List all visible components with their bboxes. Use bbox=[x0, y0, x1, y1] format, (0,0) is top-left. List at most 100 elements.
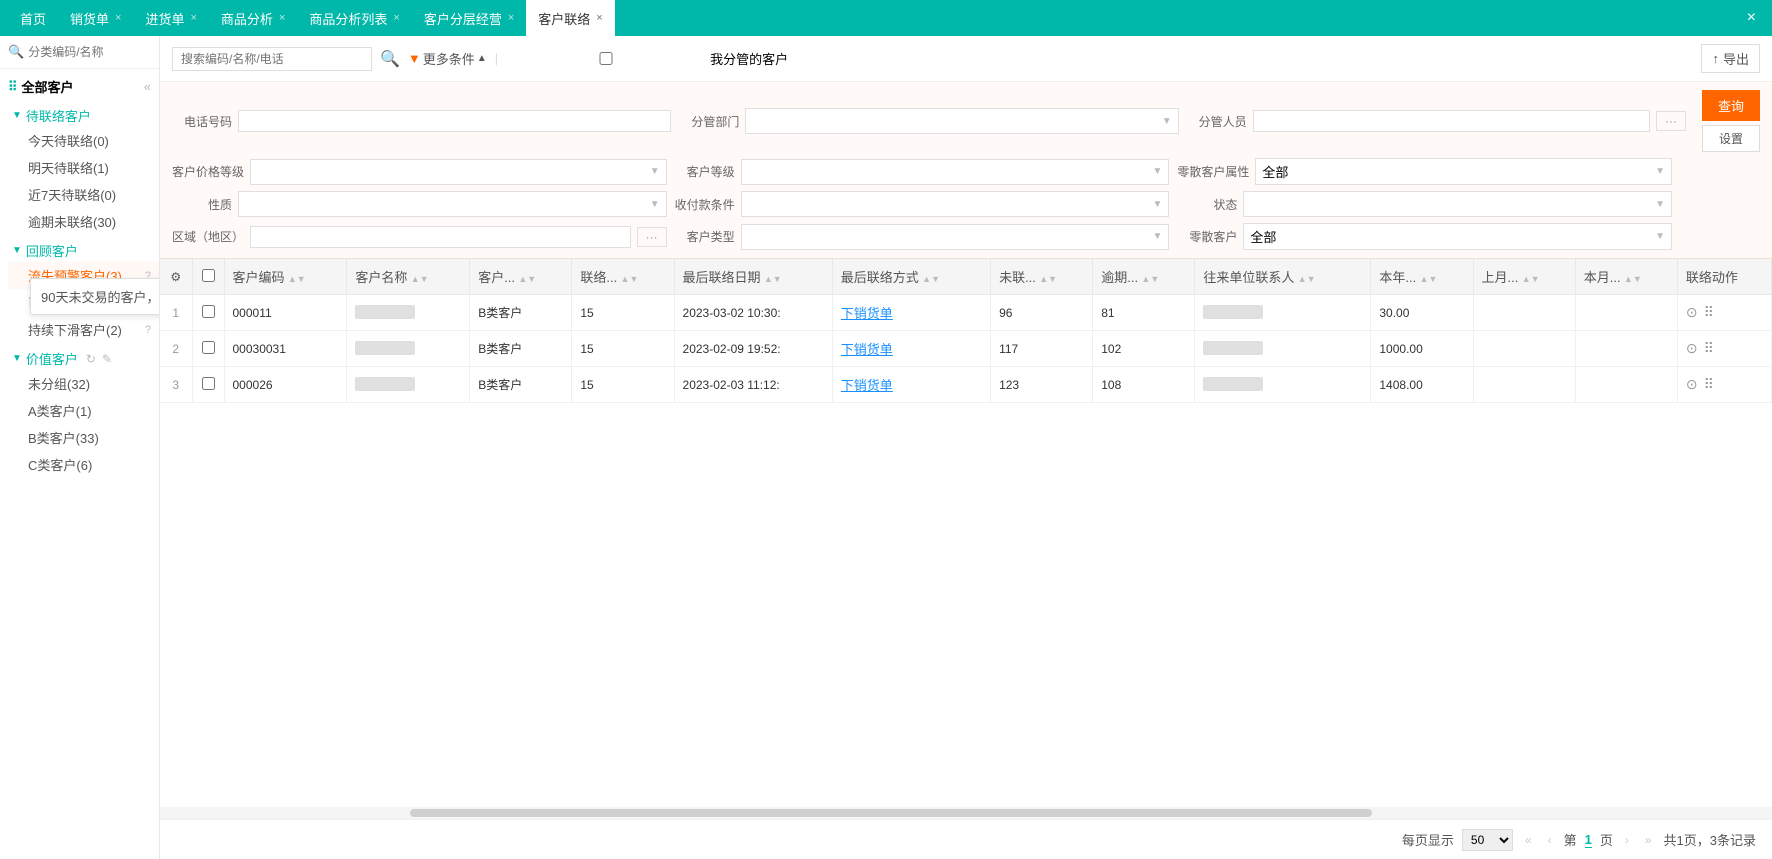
row-checkbox[interactable] bbox=[202, 305, 215, 318]
close-product-analysis-list-tab[interactable]: × bbox=[393, 12, 399, 24]
col-name[interactable]: 客户名称 ▲▼ bbox=[347, 259, 470, 295]
sidebar-item-declining[interactable]: 持续下滑客户(2) ? bbox=[8, 316, 159, 343]
sidebar-item-classA[interactable]: A类客户(1) bbox=[8, 397, 159, 424]
close-customer-contact-tab[interactable]: × bbox=[596, 12, 602, 24]
sidebar-section-pending[interactable]: ▼ 待联络客户 bbox=[0, 100, 159, 127]
col-uncontacted[interactable]: 未联... ▲▼ bbox=[991, 259, 1093, 295]
triangle-down-icon2: ▼ bbox=[12, 245, 22, 256]
nav-product-analysis[interactable]: 商品分析 × bbox=[209, 0, 297, 36]
close-window-btn[interactable]: × bbox=[1739, 9, 1764, 27]
retail-select[interactable]: 全部 ▼ bbox=[1243, 223, 1672, 250]
query-button[interactable]: 查询 bbox=[1702, 90, 1760, 121]
phone-input[interactable] bbox=[238, 110, 671, 132]
horizontal-scrollbar[interactable] bbox=[160, 807, 1772, 819]
price-level-label: 客户价格等级 bbox=[172, 163, 244, 180]
row-action: ⊙ ⠿ bbox=[1677, 331, 1771, 367]
first-page-btn[interactable]: « bbox=[1521, 831, 1536, 849]
close-purchase-tab[interactable]: × bbox=[190, 12, 196, 24]
sidebar-item-classB[interactable]: B类客户(33) bbox=[8, 424, 159, 451]
sidebar-item-classC[interactable]: C类客户(6) bbox=[8, 451, 159, 478]
manager-dots-btn[interactable]: ··· bbox=[1656, 111, 1686, 131]
col-settings[interactable]: ⚙ bbox=[160, 259, 192, 295]
col-this-year[interactable]: 本年... ▲▼ bbox=[1371, 259, 1473, 295]
action-link-icon[interactable]: ⊙ bbox=[1686, 340, 1698, 357]
table-body: 1 000011 B类客户 15 2023-03-02 10:30: 下销货单 … bbox=[160, 295, 1772, 403]
col-last-month[interactable]: 上月... ▲▼ bbox=[1473, 259, 1575, 295]
col-this-month[interactable]: 本月... ▲▼ bbox=[1575, 259, 1677, 295]
manager-input[interactable] bbox=[1253, 110, 1650, 132]
region-input[interactable] bbox=[250, 226, 631, 248]
cust-level-select[interactable]: ▼ bbox=[741, 159, 1170, 185]
next-page-btn[interactable]: › bbox=[1621, 831, 1633, 849]
sort-icon-lastmethod: ▲▼ bbox=[922, 274, 940, 284]
sidebar-item-today[interactable]: 今天待联络(0) bbox=[8, 127, 159, 154]
row-uncontacted: 117 bbox=[991, 331, 1093, 367]
page-size-label: 每页显示 bbox=[1402, 830, 1454, 849]
retail-attr-select[interactable]: 全部 ▼ bbox=[1255, 158, 1672, 185]
nav-customer-contact[interactable]: 客户联络 × bbox=[526, 0, 614, 36]
action-menu-icon[interactable]: ⠿ bbox=[1704, 340, 1714, 357]
nature-select[interactable]: ▼ bbox=[238, 191, 667, 217]
nav-purchase[interactable]: 进货单 × bbox=[133, 0, 208, 36]
sidebar-all-customers-header[interactable]: ⠿ 全部客户 « bbox=[0, 69, 159, 100]
my-customers-checkbox[interactable] bbox=[506, 52, 706, 65]
close-customer-segment-tab[interactable]: × bbox=[508, 12, 514, 24]
more-conditions-btn[interactable]: ▼ 更多条件 ▲ bbox=[408, 49, 487, 68]
settings-button[interactable]: 设置 bbox=[1702, 125, 1760, 152]
last-page-btn[interactable]: » bbox=[1641, 831, 1656, 849]
nav-home[interactable]: 首页 bbox=[8, 0, 58, 36]
sidebar-item-overdue[interactable]: 逾期未联络(30) bbox=[8, 208, 159, 235]
sidebar-item-tomorrow[interactable]: 明天待联络(1) bbox=[8, 154, 159, 181]
cust-type-select[interactable]: ▼ bbox=[741, 224, 1170, 250]
action-link-icon[interactable]: ⊙ bbox=[1686, 304, 1698, 321]
row-checkbox[interactable] bbox=[202, 377, 215, 390]
col-contact[interactable]: 联络... ▲▼ bbox=[572, 259, 674, 295]
close-sales-tab[interactable]: × bbox=[115, 12, 121, 24]
edit-icon[interactable]: ✎ bbox=[102, 352, 112, 366]
select-all-checkbox[interactable] bbox=[202, 269, 215, 282]
search-button[interactable]: 🔍 bbox=[380, 49, 400, 69]
dept-select[interactable]: ▼ bbox=[745, 108, 1178, 134]
sidebar-section-value[interactable]: ▼ 价值客户 ↻ ✎ bbox=[0, 343, 159, 370]
sidebar: 🔍 ⠿ 全部客户 « ▼ 待联络客户 今天待联络(0) 明天待联络(1) 近7天… bbox=[0, 36, 160, 859]
sidebar-search-input[interactable] bbox=[28, 45, 151, 59]
price-level-select[interactable]: ▼ bbox=[250, 159, 667, 185]
action-menu-icon[interactable]: ⠿ bbox=[1704, 376, 1714, 393]
last-method-link[interactable]: 下销货单 bbox=[841, 342, 893, 357]
page-size-select[interactable]: 50 20 100 bbox=[1462, 829, 1513, 851]
col-unit-contact[interactable]: 往来单位联系人 ▲▼ bbox=[1195, 259, 1371, 295]
status-select[interactable]: ▼ bbox=[1243, 191, 1672, 217]
sidebar-item-ungrouped[interactable]: 未分组(32) bbox=[8, 370, 159, 397]
row-checkbox[interactable] bbox=[202, 341, 215, 354]
row-this-year: 30.00 bbox=[1371, 295, 1473, 331]
row-unit-contact bbox=[1195, 367, 1371, 403]
search-input[interactable] bbox=[172, 47, 372, 71]
action-link-icon[interactable]: ⊙ bbox=[1686, 376, 1698, 393]
payment-select[interactable]: ▼ bbox=[741, 191, 1170, 217]
row-name bbox=[347, 295, 470, 331]
row-last-month bbox=[1473, 331, 1575, 367]
col-overdue[interactable]: 逾期... ▲▼ bbox=[1093, 259, 1195, 295]
export-button[interactable]: ↑ 导出 bbox=[1701, 44, 1760, 73]
prev-page-btn[interactable]: ‹ bbox=[1544, 831, 1556, 849]
last-method-link[interactable]: 下销货单 bbox=[841, 378, 893, 393]
region-dots-btn[interactable]: ··· bbox=[637, 227, 667, 247]
scrollbar-thumb[interactable] bbox=[410, 809, 1372, 817]
col-last-date[interactable]: 最后联络日期 ▲▼ bbox=[674, 259, 832, 295]
sidebar-item-week[interactable]: 近7天待联络(0) bbox=[8, 181, 159, 208]
col-last-method[interactable]: 最后联络方式 ▲▼ bbox=[832, 259, 990, 295]
nav-customer-segment[interactable]: 客户分层经营 × bbox=[412, 0, 526, 36]
sidebar-search-icon: 🔍 bbox=[8, 44, 24, 60]
action-menu-icon[interactable]: ⠿ bbox=[1704, 304, 1714, 321]
last-method-link[interactable]: 下销货单 bbox=[841, 306, 893, 321]
col-code[interactable]: 客户编码 ▲▼ bbox=[224, 259, 347, 295]
my-customers-checkbox-label[interactable]: 我分管的客户 bbox=[506, 49, 788, 68]
refresh-icon[interactable]: ↻ bbox=[86, 352, 96, 366]
nav-product-analysis-list[interactable]: 商品分析列表 × bbox=[297, 0, 411, 36]
nav-sales[interactable]: 销货单 × bbox=[58, 0, 133, 36]
close-product-analysis-tab[interactable]: × bbox=[279, 12, 285, 24]
triangle-down-icon: ▼ bbox=[12, 110, 22, 121]
divider: | bbox=[495, 51, 498, 66]
sidebar-section-lost[interactable]: ▼ 回顾客户 bbox=[0, 235, 159, 262]
col-level[interactable]: 客户... ▲▼ bbox=[470, 259, 572, 295]
